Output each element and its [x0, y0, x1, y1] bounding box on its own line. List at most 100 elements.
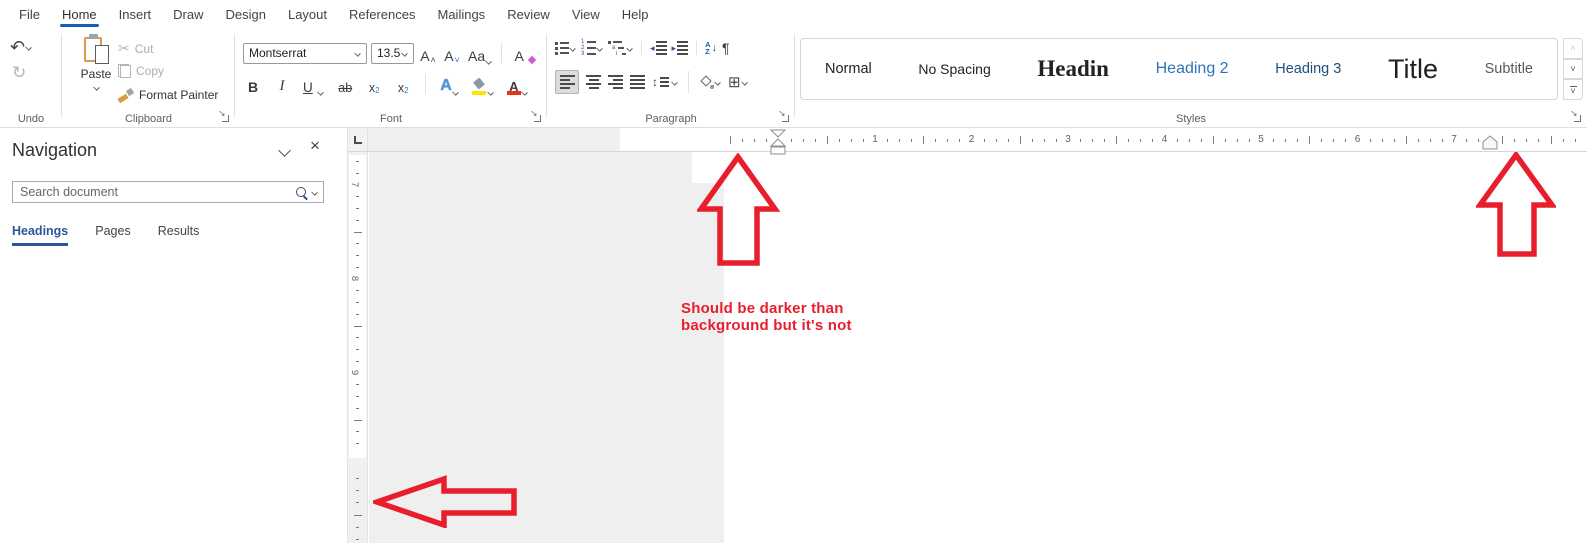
clipboard-dialog-launcher-icon[interactable] [218, 108, 230, 123]
ribbon-group-undo: ↶ ↻ Undo [0, 28, 62, 127]
sort-button[interactable]: A Z ↓ [705, 40, 717, 56]
menu-tab[interactable]: Review [496, 0, 561, 28]
chevron-down-icon[interactable] [278, 144, 291, 157]
chevron-down-icon[interactable] [311, 188, 318, 196]
menu-tab[interactable]: Home [51, 0, 108, 28]
superscript-button[interactable]: x2 [393, 73, 413, 95]
menu-tab[interactable]: Insert [108, 0, 163, 28]
change-case-button[interactable]: Aa [466, 42, 494, 65]
align-right-button[interactable] [608, 75, 623, 89]
style-gallery-item[interactable]: Headin [1037, 56, 1109, 82]
grow-font-button[interactable]: A ˄ [418, 42, 438, 65]
copy-button[interactable]: Copy [118, 64, 164, 78]
vertical-ruler: 7 8 9 [348, 152, 368, 543]
numbered-list-button[interactable]: 1 2 3 [581, 39, 603, 57]
styles-more-button[interactable]: ˅ [1563, 79, 1583, 101]
chevron-down-icon: ˅ [1570, 64, 1576, 74]
style-gallery-item[interactable]: Normal [825, 61, 872, 77]
justify-button[interactable] [630, 75, 645, 89]
spacing-lines-icon [660, 77, 669, 87]
paste-dropdown-chevron-icon[interactable] [92, 84, 100, 91]
bullet-list-button[interactable] [555, 41, 576, 55]
sort-az-icon: AZ [705, 40, 711, 56]
undo-button[interactable]: ↶ [10, 38, 32, 56]
group-label-styles: Styles [1176, 113, 1206, 125]
redo-button[interactable]: ↻ [12, 64, 26, 82]
font-size-combobox[interactable]: 13.5 [371, 42, 414, 64]
annotation-text-line2: background but it's not [681, 317, 852, 334]
subscript-button[interactable]: x2 [364, 73, 384, 95]
menu-tab[interactable]: References [338, 0, 426, 28]
ribbon-group-clipboard: Paste ✂ Cut Copy Format Painter Clipboar… [62, 28, 235, 127]
ribbon-group-font: Montserrat 13.5 A ˄ A ˅ Aa A B I U ab x2 x… [235, 28, 547, 127]
highlight-color-button[interactable] [470, 73, 496, 96]
bold-button[interactable]: B [243, 73, 263, 95]
navigation-tab[interactable]: Results [158, 224, 200, 246]
close-icon[interactable]: × [310, 136, 320, 156]
chevron-down-icon[interactable] [25, 43, 32, 51]
group-label-font: Font [379, 113, 402, 125]
menu-tab[interactable]: Draw [162, 0, 214, 28]
search-icon[interactable] [295, 186, 308, 199]
menu-tab-label: References [349, 6, 416, 22]
chevron-down-icon [520, 89, 528, 96]
underline-button[interactable]: U [301, 73, 326, 96]
menu-tab[interactable]: Mailings [427, 0, 497, 28]
ruler-inch-number: 7 [1451, 134, 1457, 145]
cut-button[interactable]: ✂ Cut [118, 40, 153, 57]
text-effects-button[interactable]: A [438, 73, 461, 96]
shrink-font-button[interactable]: A ˅ [442, 42, 462, 65]
styles-scroll-down-button[interactable]: ˅ [1563, 58, 1583, 80]
borders-grid-icon: ⊞ [728, 73, 741, 91]
styles-dialog-launcher-icon[interactable] [1570, 108, 1582, 123]
clear-formatting-button[interactable]: A [509, 42, 537, 65]
align-center-button[interactable] [586, 75, 601, 89]
borders-button[interactable]: ⊞ [728, 75, 748, 90]
search-input[interactable] [13, 185, 295, 199]
style-gallery-item[interactable]: No Spacing [918, 61, 990, 77]
navigation-tab-label: Results [157, 224, 200, 238]
chevron-down-icon [354, 49, 361, 57]
navigation-tab[interactable]: Pages [95, 224, 130, 246]
paste-button[interactable]: Paste [76, 34, 116, 106]
ruler-inch-number: 5 [1258, 134, 1264, 145]
annotation-left-arrow [373, 475, 517, 528]
align-left-button[interactable] [555, 70, 579, 94]
navigation-tab[interactable]: Headings [12, 224, 69, 246]
menu-tab-label: View [571, 6, 600, 22]
style-gallery-item[interactable]: Heading 3 [1275, 61, 1341, 77]
format-painter-button[interactable]: Format Painter [117, 87, 218, 104]
more-styles-icon: ˅ [1569, 85, 1577, 96]
annotation-text: Should be darker than background but it'… [681, 300, 852, 334]
tab-selector-button[interactable] [348, 128, 368, 151]
chevron-down-icon [714, 78, 721, 86]
font-name-combobox[interactable]: Montserrat [243, 42, 367, 64]
font-color-button[interactable]: A [505, 73, 530, 96]
strikethrough-button[interactable]: ab [335, 73, 355, 95]
paint-bucket-icon [699, 75, 714, 89]
italic-button[interactable]: I [272, 73, 292, 95]
menu-tab[interactable]: Design [215, 0, 277, 28]
menu-tab[interactable]: View [561, 0, 611, 28]
chevron-down-icon [569, 44, 576, 52]
style-gallery-item[interactable]: Title [1388, 54, 1438, 85]
increase-indent-button[interactable]: ▸ [672, 41, 689, 55]
decrease-indent-button[interactable]: ◂ [650, 41, 667, 55]
paragraph-dialog-launcher-icon[interactable] [778, 108, 790, 123]
shading-button[interactable] [699, 75, 721, 89]
left-indent-marker[interactable] [769, 129, 787, 156]
styles-scroll-up-button[interactable]: ˄ [1563, 38, 1583, 59]
style-gallery-item[interactable]: Heading 2 [1156, 60, 1229, 78]
annotation-text-line1: Should be darker than [681, 300, 844, 317]
numbered-list-icon: 1 2 3 [581, 39, 596, 57]
font-dialog-launcher-icon[interactable] [530, 108, 542, 123]
right-indent-marker[interactable] [1482, 135, 1498, 151]
menu-tab[interactable]: File [8, 0, 51, 28]
line-spacing-button[interactable]: ↕ [652, 75, 678, 89]
menu-tab[interactable]: Help [611, 0, 660, 28]
menu-tab[interactable]: Layout [277, 0, 338, 28]
style-gallery-item[interactable]: Subtitle [1485, 61, 1533, 77]
document-page[interactable] [724, 152, 1587, 543]
show-formatting-marks-button[interactable]: ¶ [722, 40, 730, 56]
multilevel-list-button[interactable]: a i [608, 40, 633, 57]
